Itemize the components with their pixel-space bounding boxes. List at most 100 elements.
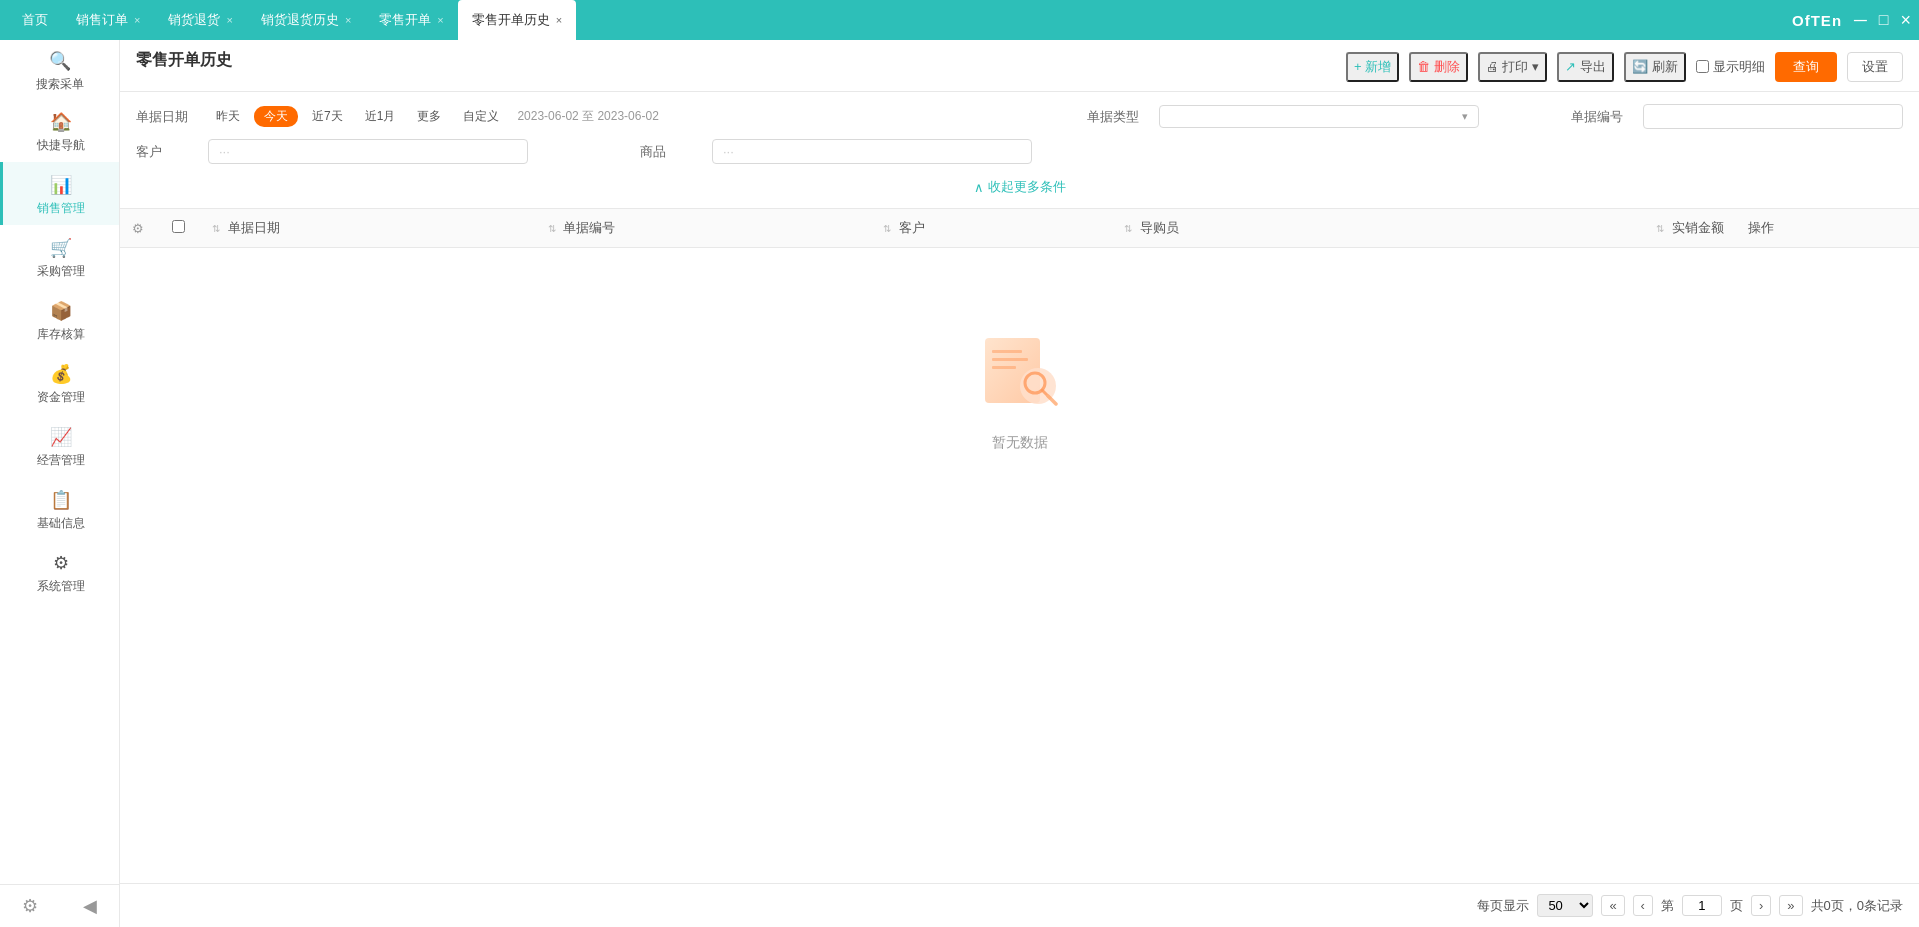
filter-area: 单据日期 昨天 今天 近7天 近1月 更多 自定义 2023-06-02 至 2… (120, 92, 1919, 209)
svg-rect-3 (992, 366, 1016, 369)
date-option-7days[interactable]: 近7天 (304, 106, 351, 127)
add-button[interactable]: + 新增 (1346, 52, 1399, 82)
display-detail-checkbox[interactable]: 显示明细 (1696, 58, 1765, 76)
date-range-display: 2023-06-02 至 2023-06-02 (517, 108, 658, 125)
number-label: 单据编号 (1571, 108, 1627, 126)
export-button[interactable]: ↗ 导出 (1557, 52, 1614, 82)
tab-retail-history[interactable]: 零售开单历史 × (458, 0, 576, 40)
sort-date-icon: ⇅ (212, 223, 220, 234)
col-customer[interactable]: ⇅ 客户 (871, 209, 1111, 248)
last-page-button[interactable]: » (1779, 895, 1802, 916)
table-settings-header: ⚙ (120, 209, 160, 248)
sidebar-item-quicknav[interactable]: 🏠 快捷导航 (0, 99, 119, 162)
date-option-more[interactable]: 更多 (409, 106, 449, 127)
sort-customer-icon: ⇅ (883, 223, 891, 234)
sidebar-item-sales[interactable]: 📊 销售管理 (0, 162, 119, 225)
print-button[interactable]: 🖨 打印 ▾ (1478, 52, 1548, 82)
sidebar-item-finance[interactable]: 💰 资金管理 (0, 351, 119, 414)
table-header-row: ⚙ ⇅ 单据日期 ⇅ 单据编号 (120, 209, 1919, 248)
next-page-button[interactable]: › (1751, 895, 1771, 916)
sidebar-item-purchase[interactable]: 🛒 采购管理 (0, 225, 119, 288)
number-input[interactable] (1643, 104, 1903, 129)
prev-page-button[interactable]: ‹ (1633, 895, 1653, 916)
close-icon[interactable]: × (134, 14, 140, 26)
collapse-icon: ∧ (974, 180, 984, 195)
type-label: 单据类型 (1087, 108, 1143, 126)
system-icon: ⚙ (53, 552, 69, 574)
sidebar: 🔍 搜索采单 🏠 快捷导航 📊 销售管理 🛒 采购管理 📦 库存核算 💰 资金管… (0, 40, 120, 927)
goods-input[interactable]: ··· (712, 139, 1032, 164)
sidebar-item-operations[interactable]: 📈 经营管理 (0, 414, 119, 477)
content-area: 零售开单历史 + 新增 🗑 删除 🖨 打印 ▾ ↗ 导出 (120, 40, 1919, 927)
settings-icon[interactable]: ⚙ (22, 895, 38, 917)
finance-icon: 💰 (50, 363, 72, 385)
date-option-1month[interactable]: 近1月 (357, 106, 404, 127)
col-amount[interactable]: ⇅ 实销金额 (1400, 209, 1736, 248)
brand-label: OfTEn (1792, 12, 1842, 29)
sidebar-footer: ⚙ ◀ (0, 884, 119, 927)
operations-icon: 📈 (50, 426, 72, 448)
sort-number-icon: ⇅ (548, 223, 556, 234)
sidebar-item-inventory[interactable]: 📦 库存核算 (0, 288, 119, 351)
collapse-button[interactable]: ∧ 收起更多条件 (974, 178, 1066, 196)
tab-sales-return[interactable]: 销货退货 × (154, 0, 246, 40)
date-label: 单据日期 (136, 108, 192, 126)
col-number[interactable]: ⇅ 单据编号 (536, 209, 872, 248)
sidebar-item-system[interactable]: ⚙ 系统管理 (0, 540, 119, 603)
table-checkbox-header (160, 209, 200, 248)
col-date[interactable]: ⇅ 单据日期 (200, 209, 536, 248)
per-page-select[interactable]: 50 100 200 (1537, 894, 1593, 917)
filter-row-2: 客户 ··· 商品 ··· (136, 139, 1903, 164)
svg-rect-2 (992, 358, 1028, 361)
type-dropdown-icon: ▾ (1462, 110, 1468, 123)
date-option-today[interactable]: 今天 (254, 106, 298, 127)
per-page-label: 每页显示 (1477, 897, 1529, 915)
customer-input[interactable]: ··· (208, 139, 528, 164)
table-container: ⚙ ⇅ 单据日期 ⇅ 单据编号 (120, 209, 1919, 883)
type-select-wrapper[interactable]: ▾ (1159, 105, 1479, 128)
sort-amount-icon: ⇅ (1656, 223, 1664, 234)
collapse-row: ∧ 收起更多条件 (136, 174, 1903, 196)
col-action: 操作 (1736, 209, 1919, 248)
page-input[interactable] (1682, 895, 1722, 916)
empty-text: 暂无数据 (992, 434, 1048, 452)
select-all-checkbox[interactable] (172, 220, 185, 233)
collapse-sidebar-icon[interactable]: ◀ (83, 895, 97, 917)
sort-guide-icon: ⇅ (1124, 223, 1132, 234)
top-nav-right: OfTEn ─ □ × (1792, 10, 1911, 31)
tab-retail-open[interactable]: 零售开单 × (365, 0, 457, 40)
close-icon[interactable]: × (437, 14, 443, 26)
setting-button[interactable]: 设置 (1847, 52, 1903, 82)
page-header-area: 零售开单历史 + 新增 🗑 删除 🖨 打印 ▾ ↗ 导出 (120, 40, 1919, 92)
date-option-yesterday[interactable]: 昨天 (208, 106, 248, 127)
delete-button[interactable]: 🗑 删除 (1409, 52, 1468, 82)
page-title: 零售开单历史 (136, 50, 232, 71)
window-maximize-icon[interactable]: □ (1879, 11, 1889, 29)
tab-home[interactable]: 首页 (8, 0, 62, 40)
sidebar-search[interactable]: 🔍 搜索采单 (0, 40, 119, 99)
query-button[interactable]: 查询 (1775, 52, 1837, 82)
purchase-icon: 🛒 (50, 237, 72, 259)
window-minimize-icon[interactable]: ─ (1854, 10, 1867, 31)
first-page-button[interactable]: « (1601, 895, 1624, 916)
close-icon[interactable]: × (345, 14, 351, 26)
sidebar-item-basic-info[interactable]: 📋 基础信息 (0, 477, 119, 540)
customer-label: 客户 (136, 143, 192, 161)
page-label: 第 (1661, 897, 1674, 915)
home-icon: 🏠 (50, 111, 72, 133)
date-options: 昨天 今天 近7天 近1月 更多 自定义 2023-06-02 至 2023-0… (208, 106, 659, 127)
basic-info-icon: 📋 (50, 489, 72, 511)
refresh-button[interactable]: 🔄 刷新 (1624, 52, 1686, 82)
tab-sales-order[interactable]: 销售订单 × (62, 0, 154, 40)
close-icon[interactable]: × (556, 14, 562, 26)
inventory-icon: 📦 (50, 300, 72, 322)
table-settings-icon[interactable]: ⚙ (132, 221, 144, 236)
main-layout: 🔍 搜索采单 🏠 快捷导航 📊 销售管理 🛒 采购管理 📦 库存核算 💰 资金管… (0, 40, 1919, 927)
tab-sales-return-history[interactable]: 销货退货历史 × (247, 0, 365, 40)
date-option-custom[interactable]: 自定义 (455, 106, 507, 127)
close-icon[interactable]: × (226, 14, 232, 26)
window-close-icon[interactable]: × (1900, 10, 1911, 31)
sales-icon: 📊 (50, 174, 72, 196)
col-guide[interactable]: ⇅ 导购员 (1112, 209, 1400, 248)
filter-row-1: 单据日期 昨天 今天 近7天 近1月 更多 自定义 2023-06-02 至 2… (136, 104, 1903, 129)
